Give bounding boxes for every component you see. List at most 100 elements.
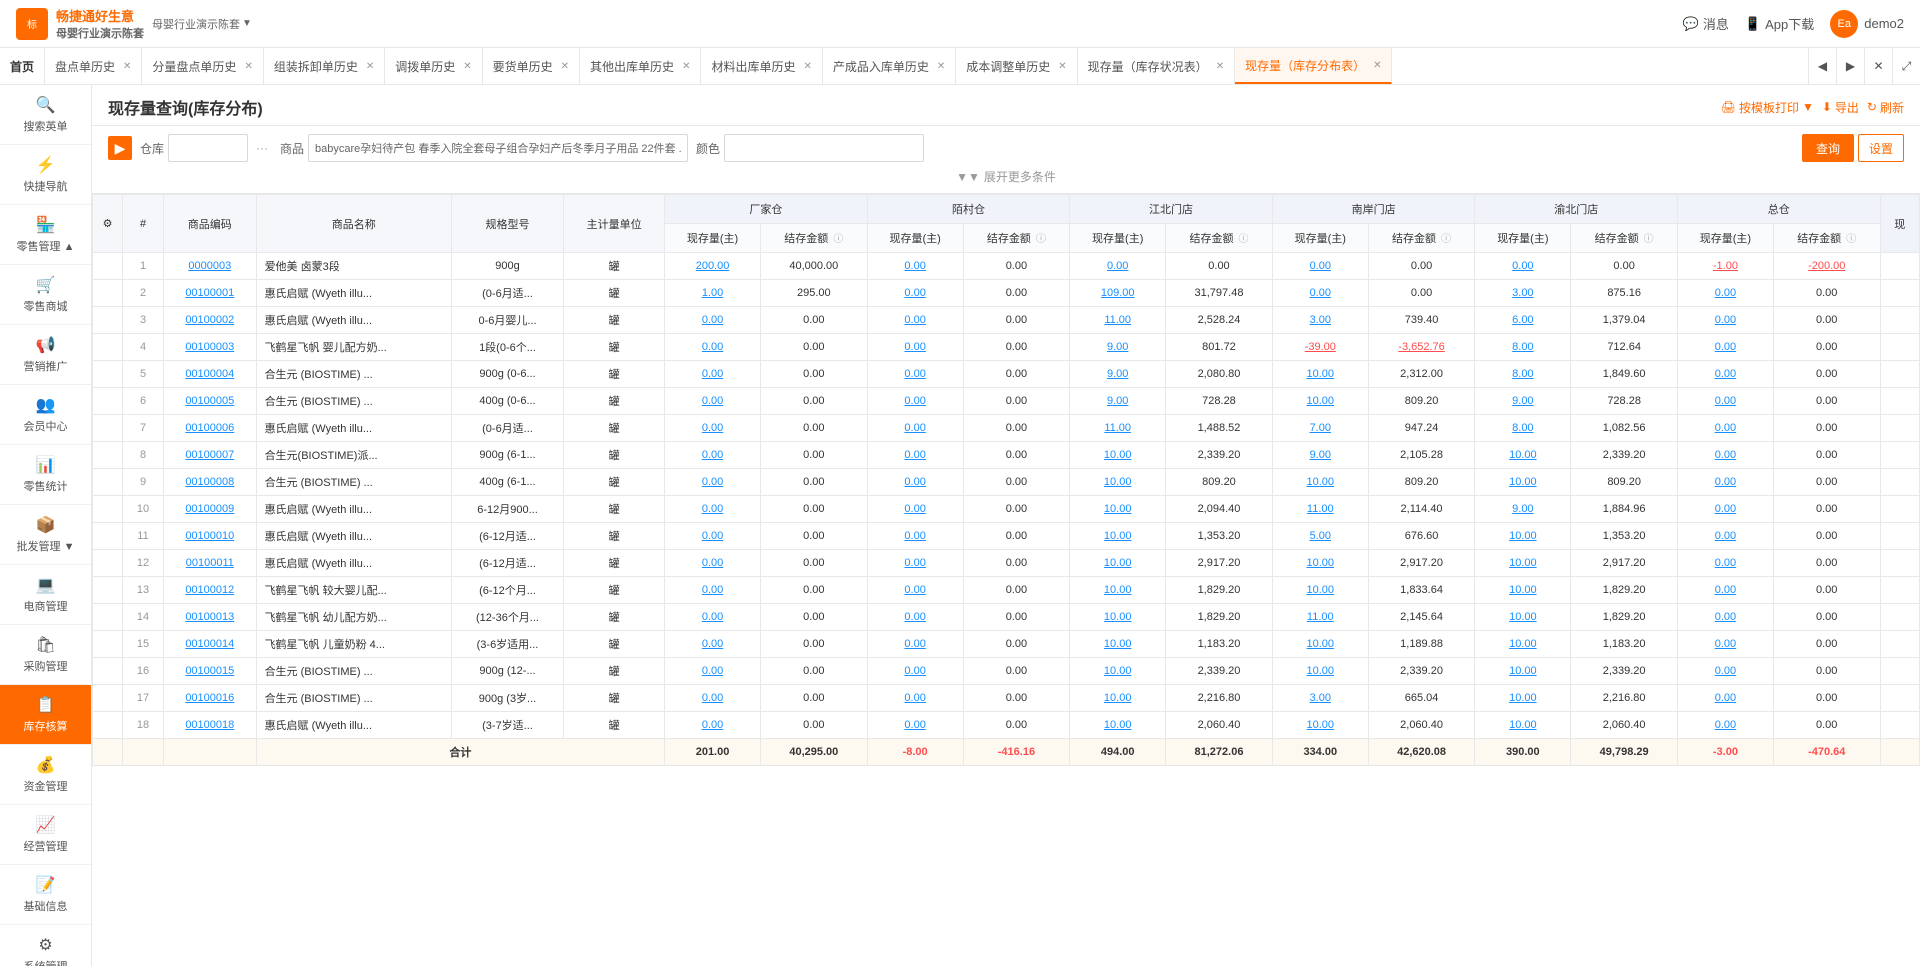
tab-5[interactable]: 要货单历史 ✕: [483, 48, 580, 84]
tab-1[interactable]: 盘点单历史 ✕: [45, 48, 142, 84]
table-row: 500100004合生元 (BIOSTIME) ...900g (0-6...罐…: [93, 361, 1920, 388]
filter-btns: 查询 设置: [1802, 134, 1904, 162]
tab-11[interactable]: 现存量（库存分布表） ✕: [1235, 48, 1392, 84]
export-icon: ⬇: [1822, 100, 1832, 114]
filter-expand-row[interactable]: ▼▼ 展开更多条件: [108, 168, 1904, 185]
sidebar-item-retail-stats[interactable]: 📊 零售统计: [0, 445, 91, 505]
col-yubei-qty: 现存量(主): [1475, 224, 1571, 253]
filter-area: ▶ 仓库 ··· 商品 颜色 查询 设置: [92, 126, 1920, 194]
sidebar-item-wholesale[interactable]: 📦 批发管理 ▼: [0, 505, 91, 565]
col-factory-header: 厂家仓: [665, 195, 868, 224]
sidebar-item-label: 库存核算: [24, 718, 68, 734]
app-download-btn[interactable]: 📱 App下载: [1745, 14, 1814, 33]
sidebar-item-label: 资金管理: [24, 778, 68, 794]
nav-close-btn[interactable]: ✕: [1864, 48, 1892, 84]
page-title: 现存量查询(库存分布): [108, 95, 263, 119]
close-icon[interactable]: ✕: [463, 61, 471, 72]
sidebar-item-label: 零售商城: [24, 298, 68, 314]
table-row: 1700100016合生元 (BIOSTIME) ...900g (3岁...罐…: [93, 685, 1920, 712]
tab-8[interactable]: 产成品入库单历史 ✕: [823, 48, 956, 84]
warehouse-input[interactable]: [168, 134, 248, 162]
col-unit-header: 主计量单位: [564, 195, 665, 253]
export-btn[interactable]: ⬇ 导出: [1822, 99, 1859, 116]
table-row: 700100006惠氏启赋 (Wyeth illu...(0-6月适...罐0.…: [93, 415, 1920, 442]
sidebar-item-label: 营销推广: [24, 358, 68, 374]
user-info[interactable]: Ea demo2: [1830, 10, 1904, 38]
message-btn[interactable]: 💬 消息: [1683, 14, 1729, 33]
wholesale-icon: 📦: [36, 515, 56, 535]
nav-expand-btn[interactable]: ⤢: [1892, 48, 1920, 84]
chevron-down-icon: ▼: [1802, 100, 1814, 114]
warehouse-picker-btn[interactable]: ···: [252, 141, 272, 155]
sidebar-item-retail-shop[interactable]: 🛒 零售商城: [0, 265, 91, 325]
member-icon: 👥: [36, 395, 56, 415]
sidebar-item-label: 零售管理 ▲: [17, 238, 75, 254]
col-zongcang-amt: 结存金额 ⓘ: [1773, 224, 1880, 253]
sidebar: 🔍 搜索英单 ⚡ 快捷导航 🏪 零售管理 ▲ 🛒 零售商城 📢 营销推广 👥 会…: [0, 85, 92, 966]
filter-warehouse: 仓库 ···: [140, 134, 272, 162]
close-icon[interactable]: ✕: [123, 61, 131, 72]
print-btn[interactable]: 🖨 按模板打印 ▼: [1721, 99, 1814, 116]
sidebar-item-finance[interactable]: 💰 资金管理: [0, 745, 91, 805]
sidebar-item-label: 电商管理: [24, 598, 68, 614]
print-icon: 🖨: [1721, 100, 1736, 114]
color-input[interactable]: [724, 134, 924, 162]
col-spec-header: 规格型号: [451, 195, 563, 253]
expand-icon: ▼▼: [956, 170, 980, 184]
close-icon[interactable]: ✕: [366, 61, 374, 72]
close-icon[interactable]: ✕: [1058, 61, 1066, 72]
sidebar-item-basic[interactable]: 📝 基础信息: [0, 865, 91, 925]
filter-row: ▶ 仓库 ··· 商品 颜色 查询 设置: [108, 134, 1904, 162]
sidebar-item-marketing[interactable]: 📢 营销推广: [0, 325, 91, 385]
close-icon[interactable]: ✕: [682, 61, 690, 72]
sidebar-item-inventory[interactable]: 📋 库存核算: [0, 685, 91, 745]
refresh-btn[interactable]: ↻ 刷新: [1867, 99, 1904, 116]
stats-icon: 📊: [36, 455, 56, 475]
tab-6[interactable]: 其他出库单历史 ✕: [580, 48, 701, 84]
col-jiangbei-qty: 现存量(主): [1070, 224, 1166, 253]
sidebar-item-ecommerce[interactable]: 💻 电商管理: [0, 565, 91, 625]
tab-9[interactable]: 成本调整单历史 ✕: [956, 48, 1077, 84]
close-icon[interactable]: ✕: [1216, 61, 1224, 72]
content-area: 现存量查询(库存分布) 🖨 按模板打印 ▼ ⬇ 导出 ↻ 刷新: [92, 85, 1920, 966]
retail-icon: 🏪: [36, 215, 56, 235]
table-container[interactable]: ⚙ # 商品编码 商品名称 规格型号 主计量单位 厂家仓 陌村仓 江北门店 南岸…: [92, 194, 1920, 966]
table-row: 1500100014飞鹤星飞帆 儿童奶粉 4...(3-6岁适用...罐0.00…: [93, 631, 1920, 658]
sidebar-item-search[interactable]: 🔍 搜索英单: [0, 85, 91, 145]
nav-prev-btn[interactable]: ◀: [1808, 48, 1836, 84]
col-factory-qty: 现存量(主): [665, 224, 761, 253]
sidebar-item-nav[interactable]: ⚡ 快捷导航: [0, 145, 91, 205]
tab-home[interactable]: 首页: [0, 48, 45, 84]
tab-4[interactable]: 调拨单历史 ✕: [385, 48, 482, 84]
nav-next-btn[interactable]: ▶: [1836, 48, 1864, 84]
sidebar-item-purchase[interactable]: 🛍 采购管理: [0, 625, 91, 685]
close-icon[interactable]: ✕: [937, 61, 945, 72]
marketing-icon: 📢: [36, 335, 56, 355]
sidebar-item-member[interactable]: 👥 会员中心: [0, 385, 91, 445]
filter-expand-btn[interactable]: ▶: [108, 136, 132, 160]
col-zongcang-header: 总仓: [1678, 195, 1881, 224]
tab-3[interactable]: 组装拆卸单历史 ✕: [264, 48, 385, 84]
sidebar-item-system[interactable]: ⚙ 系统管理: [0, 925, 91, 966]
col-settings-header[interactable]: ⚙: [93, 195, 123, 253]
filter-color: 颜色: [696, 134, 924, 162]
goods-input[interactable]: [308, 134, 688, 162]
close-icon[interactable]: ✕: [561, 61, 569, 72]
nav-icon: ⚡: [36, 155, 56, 175]
table-row: 1300100012飞鹤星飞帆 较大婴儿配...(6-12个月...罐0.000…: [93, 577, 1920, 604]
sidebar-item-retail-mgmt[interactable]: 🏪 零售管理 ▲: [0, 205, 91, 265]
table-row: 1200100011惠氏启赋 (Wyeth illu...(6-12月适...罐…: [93, 550, 1920, 577]
query-btn[interactable]: 查询: [1802, 134, 1854, 162]
col-factory-amt: 结存金额 ⓘ: [760, 224, 867, 253]
sidebar-item-operations[interactable]: 📈 经营管理: [0, 805, 91, 865]
tab-2[interactable]: 分量盘点单历史 ✕: [142, 48, 263, 84]
close-icon[interactable]: ✕: [1373, 60, 1381, 71]
close-icon[interactable]: ✕: [803, 61, 811, 72]
close-icon[interactable]: ✕: [244, 61, 252, 72]
tab-10[interactable]: 现存量（库存状况表） ✕: [1078, 48, 1235, 84]
col-mucun-header: 陌村仓: [867, 195, 1070, 224]
tab-7[interactable]: 材料出库单历史 ✕: [701, 48, 822, 84]
nav-arrows: ◀ ▶ ✕ ⤢: [1808, 48, 1920, 84]
main-layout: 🔍 搜索英单 ⚡ 快捷导航 🏪 零售管理 ▲ 🛒 零售商城 📢 营销推广 👥 会…: [0, 85, 1920, 966]
setting-btn[interactable]: 设置: [1858, 134, 1904, 162]
